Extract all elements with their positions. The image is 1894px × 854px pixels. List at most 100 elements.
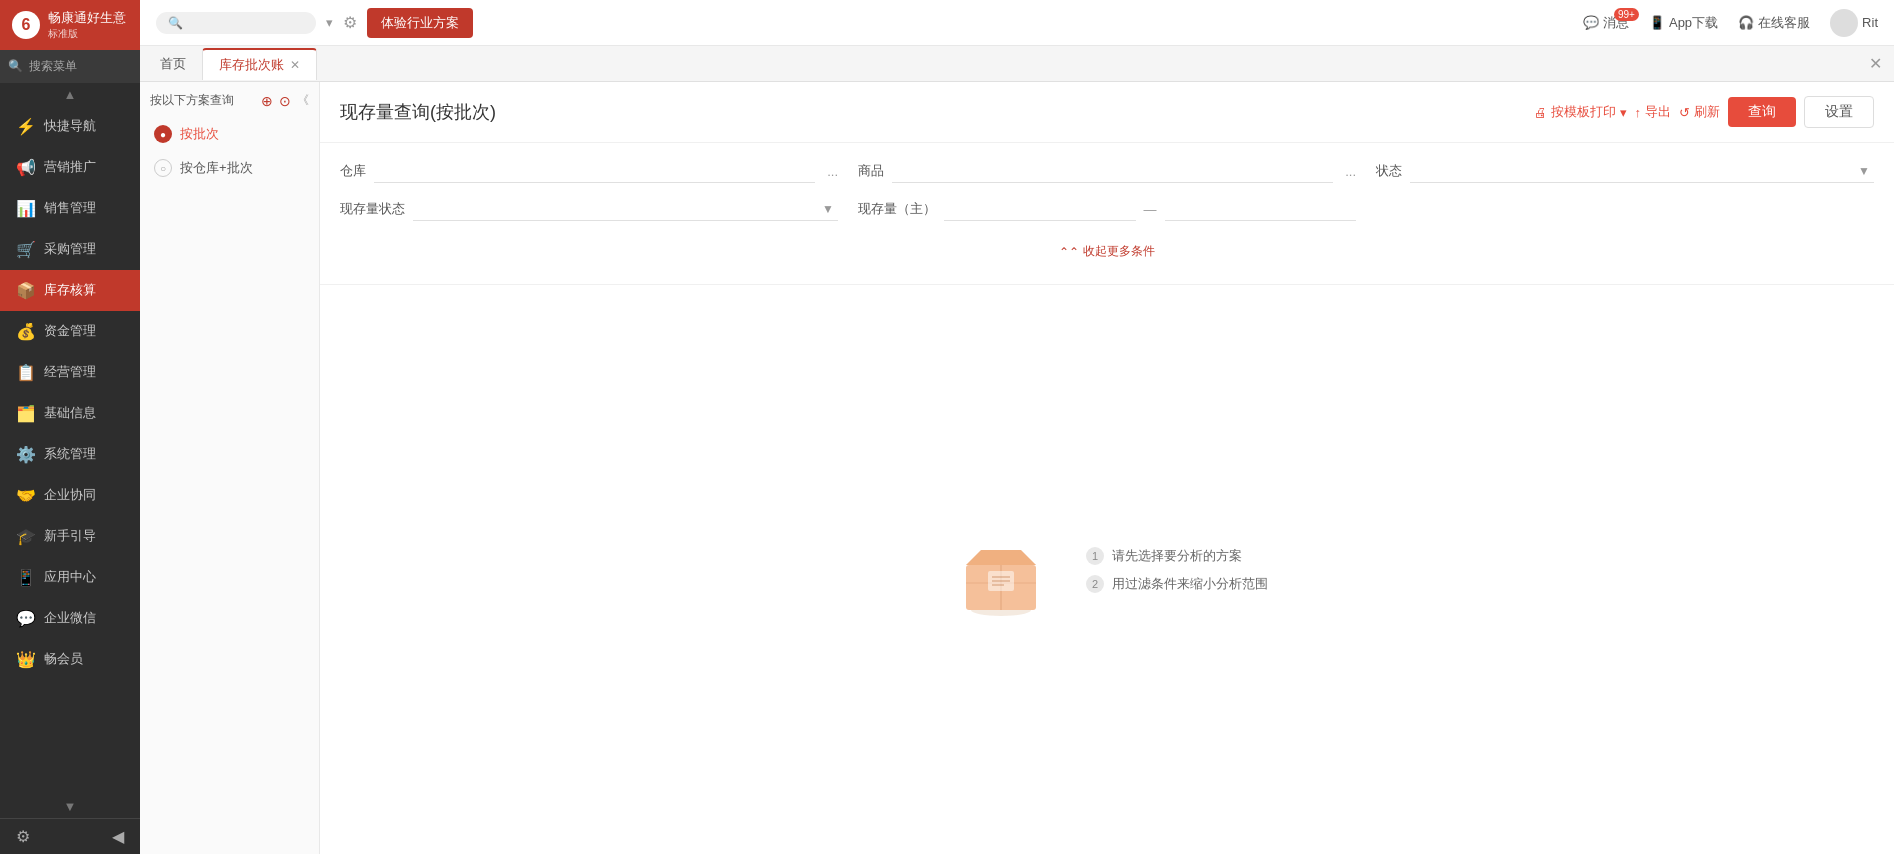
empty-tip-2: 2 用过滤条件来缩小分析范围 bbox=[1086, 575, 1268, 593]
sidebar-item-label: 营销推广 bbox=[44, 158, 96, 176]
collapse-panel-icon[interactable]: 《 bbox=[297, 92, 309, 109]
topbar-search-box[interactable]: 🔍 bbox=[156, 12, 316, 34]
user-menu[interactable]: Rit bbox=[1830, 9, 1878, 37]
plan-inactive-icon: ○ bbox=[154, 159, 172, 177]
sidebar-item-finance[interactable]: 💰 资金管理 bbox=[0, 311, 140, 352]
empty-svg bbox=[946, 515, 1056, 625]
vip-icon: 👑 bbox=[16, 650, 36, 669]
filter-row-2: 现存量状态 ▼ 现存量（主） — bbox=[340, 197, 1874, 221]
sidebar-item-newbie[interactable]: 🎓 新手引导 bbox=[0, 516, 140, 557]
page-title: 现存量查询(按批次) bbox=[340, 100, 496, 124]
sidebar-item-enterprise[interactable]: 🤝 企业协同 bbox=[0, 475, 140, 516]
sidebar-item-label: 快捷导航 bbox=[44, 117, 96, 135]
sidebar-item-basic[interactable]: 🗂️ 基础信息 bbox=[0, 393, 140, 434]
inventory-main-to[interactable] bbox=[1165, 197, 1357, 221]
empty-tip-1: 1 请先选择要分析的方案 bbox=[1086, 547, 1268, 565]
inventory-status-select[interactable]: ▼ bbox=[413, 198, 838, 221]
sidebar-item-system[interactable]: ⚙️ 系统管理 bbox=[0, 434, 140, 475]
warehouse-dots[interactable]: ... bbox=[827, 164, 838, 179]
right-panel: 现存量查询(按批次) 🖨 按模板打印 ▾ ↑ 导出 ↺ 刷新 bbox=[320, 82, 1894, 854]
product-input[interactable] bbox=[892, 159, 1333, 183]
collapse-icon[interactable]: ◀ bbox=[112, 827, 124, 846]
sidebar-item-label: 销售管理 bbox=[44, 199, 96, 217]
inventory-main-from[interactable] bbox=[944, 197, 1136, 221]
app-logo: 6 bbox=[12, 11, 40, 39]
sidebar-search[interactable]: 🔍 搜索菜单 bbox=[0, 50, 140, 83]
wechat-icon: 💬 bbox=[16, 609, 36, 628]
messages-btn[interactable]: 💬 消息 99+ bbox=[1583, 14, 1629, 32]
scroll-up-btn[interactable]: ▲ bbox=[0, 83, 140, 106]
query-button[interactable]: 查询 bbox=[1728, 97, 1796, 127]
sidebar-item-marketing[interactable]: 📢 营销推广 bbox=[0, 147, 140, 188]
quick-nav-icon: ⚡ bbox=[16, 117, 36, 136]
print-template-label: 按模板打印 bbox=[1551, 103, 1616, 121]
app-download-label: App下载 bbox=[1669, 14, 1718, 32]
sidebar-item-operations[interactable]: 📋 经营管理 bbox=[0, 352, 140, 393]
app-download-btn[interactable]: 📱 App下载 bbox=[1649, 14, 1718, 32]
sidebar-item-wechat[interactable]: 💬 企业微信 bbox=[0, 598, 140, 639]
tab-batch-ledger-label: 库存批次账 bbox=[219, 56, 284, 74]
inventory-main-dash: — bbox=[1144, 202, 1157, 217]
sidebar-item-label: 新手引导 bbox=[44, 527, 96, 545]
filter-area: 仓库 ... 商品 ... 状态 ▼ bbox=[320, 143, 1894, 285]
refresh-btn[interactable]: ↺ 刷新 bbox=[1679, 103, 1720, 121]
basic-icon: 🗂️ bbox=[16, 404, 36, 423]
search-icon: 🔍 bbox=[8, 59, 23, 73]
sidebar-item-label: 企业协同 bbox=[44, 486, 96, 504]
sidebar-item-vip[interactable]: 👑 畅会员 bbox=[0, 639, 140, 680]
system-icon: ⚙️ bbox=[16, 445, 36, 464]
export-btn[interactable]: ↑ 导出 bbox=[1635, 103, 1672, 121]
marketing-icon: 📢 bbox=[16, 158, 36, 177]
warehouse-input[interactable] bbox=[374, 159, 815, 183]
settings-button[interactable]: 设置 bbox=[1804, 96, 1874, 128]
refresh-label: 刷新 bbox=[1694, 103, 1720, 121]
phone-icon: 📱 bbox=[1649, 15, 1665, 30]
export-icon: ↑ bbox=[1635, 105, 1642, 120]
topbar-dropdown-arrow[interactable]: ▾ bbox=[326, 15, 333, 30]
export-label: 导出 bbox=[1645, 103, 1671, 121]
empty-illustration bbox=[946, 515, 1056, 625]
enterprise-icon: 🤝 bbox=[16, 486, 36, 505]
user-name: Rit bbox=[1862, 15, 1878, 30]
status-label: 状态 bbox=[1376, 162, 1402, 180]
sidebar-item-sales[interactable]: 📊 销售管理 bbox=[0, 188, 140, 229]
sidebar-item-label: 基础信息 bbox=[44, 404, 96, 422]
topbar-gear-icon[interactable]: ⚙ bbox=[343, 13, 357, 32]
empty-tips: 1 请先选择要分析的方案 2 用过滤条件来缩小分析范围 bbox=[1086, 547, 1268, 593]
sidebar-item-purchase[interactable]: 🛒 采购管理 bbox=[0, 229, 140, 270]
content-area: 按以下方案查询 ⊕ ⊙ 《 ● 按批次 ○ 按仓库+批次 现存量查询(按批次) bbox=[140, 82, 1894, 854]
status-chevron: ▼ bbox=[1858, 164, 1870, 178]
trial-btn[interactable]: 体验行业方案 bbox=[367, 8, 473, 38]
status-select[interactable]: ▼ bbox=[1410, 160, 1874, 183]
plan-by-warehouse-batch[interactable]: ○ 按仓库+批次 bbox=[140, 151, 319, 185]
close-panel-btn[interactable]: ✕ bbox=[1869, 54, 1882, 73]
sidebar-item-label: 资金管理 bbox=[44, 322, 96, 340]
settings-icon[interactable]: ⚙ bbox=[16, 827, 30, 846]
topbar: 🔍 ▾ ⚙ 体验行业方案 💬 消息 99+ 📱 App下载 🎧 在线客服 Rit bbox=[140, 0, 1894, 46]
add-plan-icon[interactable]: ⊕ bbox=[261, 93, 273, 109]
tabbar: 首页 库存批次账 ✕ ✕ bbox=[140, 46, 1894, 82]
sidebar-item-inventory[interactable]: 📦 库存核算 bbox=[0, 270, 140, 311]
tab-batch-ledger[interactable]: 库存批次账 ✕ bbox=[202, 48, 317, 80]
sidebar-item-quick-nav[interactable]: ⚡ 快捷导航 bbox=[0, 106, 140, 147]
tip-text-2: 用过滤条件来缩小分析范围 bbox=[1112, 575, 1268, 593]
tip-text-1: 请先选择要分析的方案 bbox=[1112, 547, 1242, 565]
scroll-down-btn[interactable]: ▼ bbox=[0, 795, 140, 818]
sidebar-item-label: 经营管理 bbox=[44, 363, 96, 381]
online-service-btn[interactable]: 🎧 在线客服 bbox=[1738, 14, 1810, 32]
tab-close-btn[interactable]: ✕ bbox=[290, 59, 300, 71]
plan-active-icon: ● bbox=[154, 125, 172, 143]
print-dropdown-icon: ▾ bbox=[1620, 105, 1627, 120]
left-panel: 按以下方案查询 ⊕ ⊙ 《 ● 按批次 ○ 按仓库+批次 bbox=[140, 82, 320, 854]
collapse-bar[interactable]: ⌃⌃ 收起更多条件 bbox=[340, 235, 1874, 268]
sidebar-item-apps[interactable]: 📱 应用中心 bbox=[0, 557, 140, 598]
inventory-status-filter: 现存量状态 ▼ bbox=[340, 198, 838, 221]
settings-plan-icon[interactable]: ⊙ bbox=[279, 93, 291, 109]
product-dots[interactable]: ... bbox=[1345, 164, 1356, 179]
collapse-label: 收起更多条件 bbox=[1083, 243, 1155, 260]
print-template-btn[interactable]: 🖨 按模板打印 ▾ bbox=[1534, 103, 1627, 121]
tab-home[interactable]: 首页 bbox=[144, 48, 202, 80]
headset-icon: 🎧 bbox=[1738, 15, 1754, 30]
plan-by-batch[interactable]: ● 按批次 bbox=[140, 117, 319, 151]
inventory-main-filter: 现存量（主） — bbox=[858, 197, 1356, 221]
